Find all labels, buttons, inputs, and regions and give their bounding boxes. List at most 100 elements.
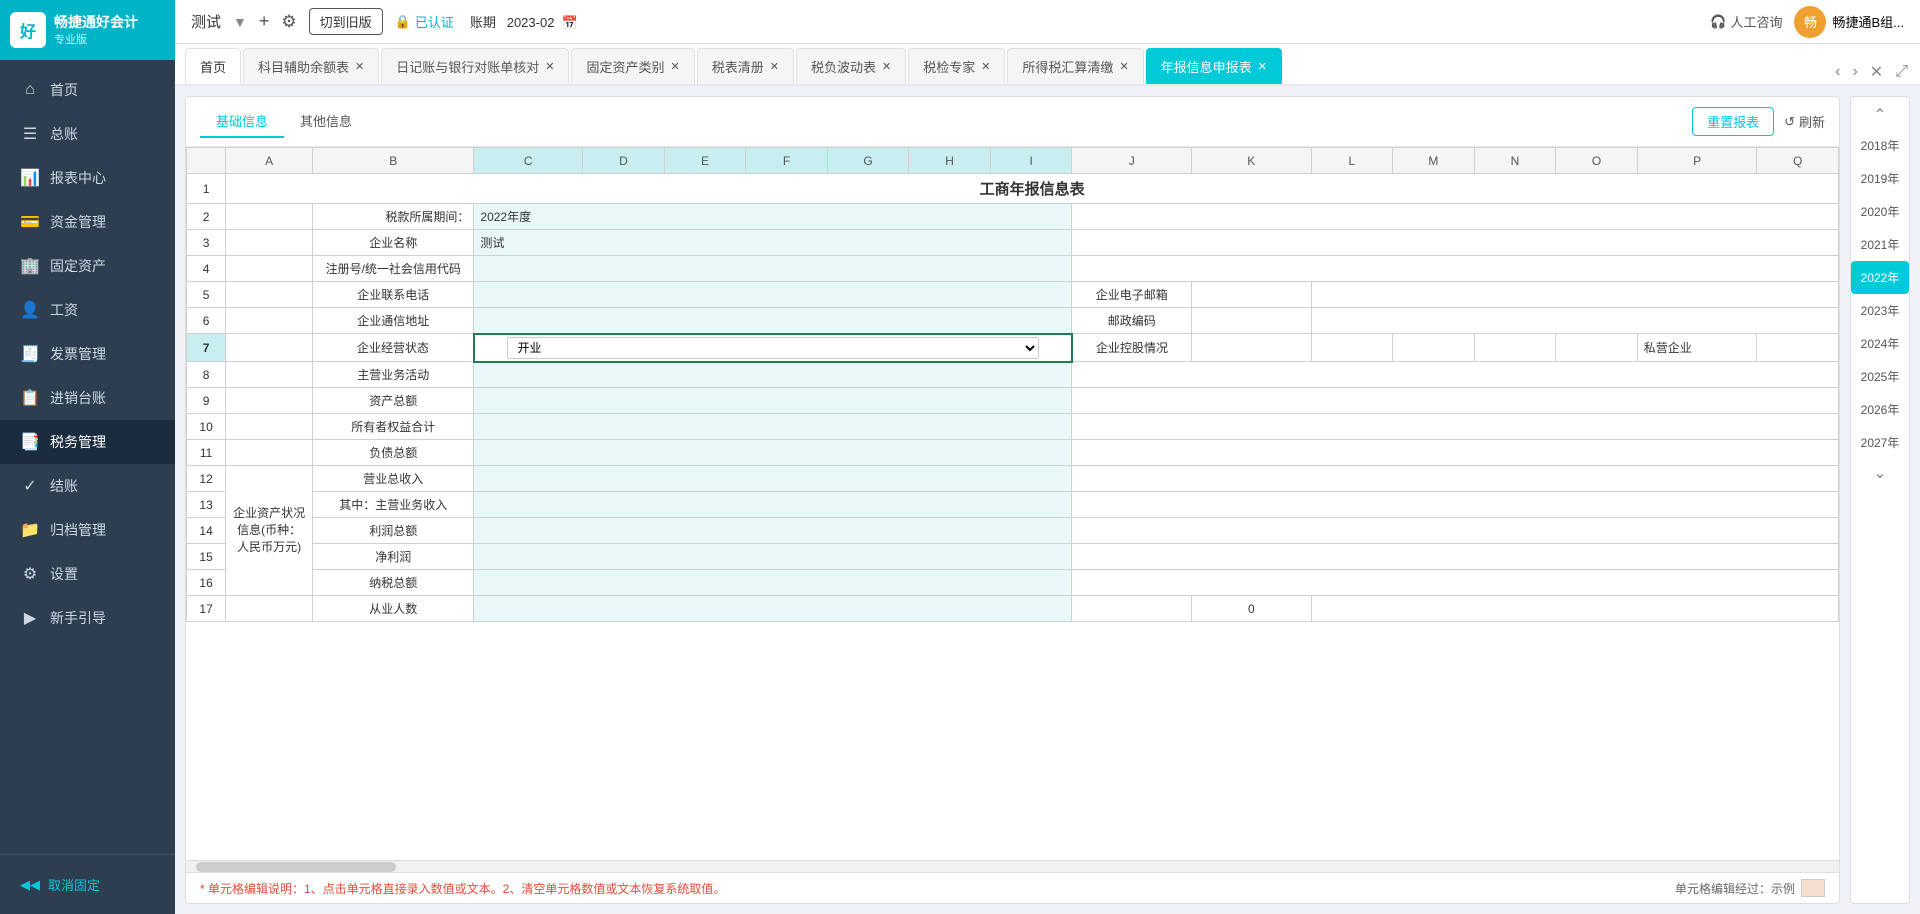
col-header-n[interactable]: N (1474, 148, 1556, 174)
col-header-p[interactable]: P (1637, 148, 1757, 174)
sidebar-item-archive[interactable]: 📁 归档管理 (0, 508, 175, 552)
tab-close-all[interactable]: ✕ (1866, 60, 1887, 84)
cell-7k[interactable] (1192, 334, 1312, 362)
tab-tax-check[interactable]: 税检专家 ✕ (908, 48, 1005, 84)
cell-2a[interactable] (226, 204, 313, 230)
sidebar-item-home[interactable]: ⌂ 首页 (0, 68, 175, 112)
tab-journal[interactable]: 日记账与银行对账单核对 ✕ (381, 48, 569, 84)
cell-7o[interactable] (1556, 334, 1638, 362)
tab-expand-btn[interactable]: ⤢ (1891, 61, 1912, 83)
cell-5a[interactable] (226, 282, 313, 308)
business-status-select[interactable]: 开业 注销 吊销 迁出 撤销 (507, 337, 1040, 359)
cell-7a[interactable] (226, 334, 313, 362)
cell-4a[interactable] (226, 256, 313, 282)
col-header-j[interactable]: J (1072, 148, 1192, 174)
tab-close-tax-check[interactable]: ✕ (981, 60, 990, 73)
cell-title[interactable]: 工商年报信息表 (226, 174, 1839, 204)
col-header-i[interactable]: I (990, 148, 1072, 174)
scrollbar-thumb[interactable] (196, 862, 396, 872)
tab-close-tax-table[interactable]: ✕ (770, 60, 779, 73)
cell-15c[interactable] (474, 544, 1072, 570)
col-header-q[interactable]: Q (1757, 148, 1839, 174)
col-header-e[interactable]: E (664, 148, 746, 174)
sidebar-item-ledger[interactable]: ☰ 总账 (0, 112, 175, 156)
col-header-o[interactable]: O (1556, 148, 1638, 174)
tab-assets-type[interactable]: 固定资产类别 ✕ (571, 48, 694, 84)
sidebar-item-invoice[interactable]: 🧾 发票管理 (0, 332, 175, 376)
sidebar-item-assets[interactable]: 🏢 固定资产 (0, 244, 175, 288)
cell-7n[interactable] (1474, 334, 1556, 362)
col-header-m[interactable]: M (1393, 148, 1475, 174)
topbar-dropdown-arrow[interactable]: ▼ (233, 14, 247, 30)
year-item-2024[interactable]: 2024年 (1851, 327, 1909, 360)
year-nav-down[interactable]: ⌄ (1869, 459, 1890, 487)
cell-5k[interactable] (1192, 282, 1312, 308)
cell-7m[interactable] (1393, 334, 1475, 362)
cell-16-rest[interactable] (1072, 570, 1839, 596)
year-item-2021[interactable]: 2021年 (1851, 228, 1909, 261)
cell-17a[interactable] (226, 596, 313, 622)
switch-old-version-button[interactable]: 切到旧版 (309, 8, 383, 35)
cell-10a[interactable] (226, 414, 313, 440)
cell-6-rest[interactable] (1311, 308, 1838, 334)
col-header-c[interactable]: C (474, 148, 583, 174)
sidebar-item-settings[interactable]: ⚙ 设置 (0, 552, 175, 596)
sidebar-item-purchase[interactable]: 📋 进销台账 (0, 376, 175, 420)
tab-close-tax-wave[interactable]: ✕ (882, 60, 891, 73)
cell-2-rest[interactable] (1072, 204, 1839, 230)
sidebar-item-settlement[interactable]: ✓ 结账 (0, 464, 175, 508)
cell-12c[interactable] (474, 466, 1072, 492)
cell-5-rest[interactable] (1311, 282, 1838, 308)
col-header-a[interactable]: A (226, 148, 313, 174)
col-header-d[interactable]: D (583, 148, 665, 174)
tab-close-journal[interactable]: ✕ (545, 60, 554, 73)
tab-basic-info[interactable]: 基础信息 (200, 105, 284, 138)
cell-3-rest[interactable] (1072, 230, 1839, 256)
cell-11c[interactable] (474, 440, 1072, 466)
cell-17k[interactable]: 0 (1192, 596, 1312, 622)
year-item-2022[interactable]: 2022年 (1851, 261, 1909, 294)
cell-13-rest[interactable] (1072, 492, 1839, 518)
cell-10-rest[interactable] (1072, 414, 1839, 440)
year-item-2023[interactable]: 2023年 (1851, 294, 1909, 327)
cell-9-rest[interactable] (1072, 388, 1839, 414)
tab-aux[interactable]: 科目辅助余额表 ✕ (243, 48, 379, 84)
cell-8c[interactable] (474, 362, 1072, 388)
sidebar-item-payroll[interactable]: 👤 工资 (0, 288, 175, 332)
spreadsheet-wrapper[interactable]: A B C D E F G H I J K L M (186, 147, 1839, 860)
cell-13c[interactable] (474, 492, 1072, 518)
refresh-button[interactable]: ↺ 刷新 (1784, 112, 1825, 131)
sidebar-collapse-btn[interactable]: ◀◀ 取消固定 (0, 865, 175, 904)
tab-other-info[interactable]: 其他信息 (284, 105, 368, 138)
col-header-f[interactable]: F (746, 148, 828, 174)
year-item-2020[interactable]: 2020年 (1851, 195, 1909, 228)
sidebar-item-tax[interactable]: 📑 税务管理 (0, 420, 175, 464)
year-item-2025[interactable]: 2025年 (1851, 360, 1909, 393)
cell-17j[interactable] (1072, 596, 1192, 622)
tab-annual-report[interactable]: 年报信息申报表 ✕ (1146, 48, 1282, 84)
col-header-h[interactable]: H (909, 148, 991, 174)
topbar-support-btn[interactable]: 🎧 人工咨询 (1710, 12, 1782, 31)
tab-close-annual-report[interactable]: ✕ (1258, 60, 1267, 73)
sidebar-item-guide[interactable]: ▶ 新手引导 (0, 596, 175, 640)
cell-14-rest[interactable] (1072, 518, 1839, 544)
year-nav-up[interactable]: ⌃ (1869, 101, 1890, 129)
year-item-2019[interactable]: 2019年 (1851, 162, 1909, 195)
cell-17c[interactable] (474, 596, 1072, 622)
horizontal-scrollbar[interactable] (186, 860, 1839, 872)
tab-tax-wave[interactable]: 税负波动表 ✕ (796, 48, 906, 84)
cell-15-rest[interactable] (1072, 544, 1839, 570)
topbar-add-btn[interactable]: + (259, 11, 270, 32)
tab-home[interactable]: 首页 (185, 48, 241, 84)
cell-17-rest[interactable] (1311, 596, 1838, 622)
cell-3a[interactable] (226, 230, 313, 256)
tab-close-assets-type[interactable]: ✕ (671, 60, 680, 73)
cell-12-rest[interactable] (1072, 466, 1839, 492)
tab-close-income-tax[interactable]: ✕ (1119, 60, 1128, 73)
cell-7l[interactable] (1311, 334, 1393, 362)
cell-8-rest[interactable] (1072, 362, 1839, 388)
cell-6c[interactable] (474, 308, 1072, 334)
cell-4-rest[interactable] (1072, 256, 1839, 282)
year-item-2018[interactable]: 2018年 (1851, 129, 1909, 162)
cell-16c[interactable] (474, 570, 1072, 596)
